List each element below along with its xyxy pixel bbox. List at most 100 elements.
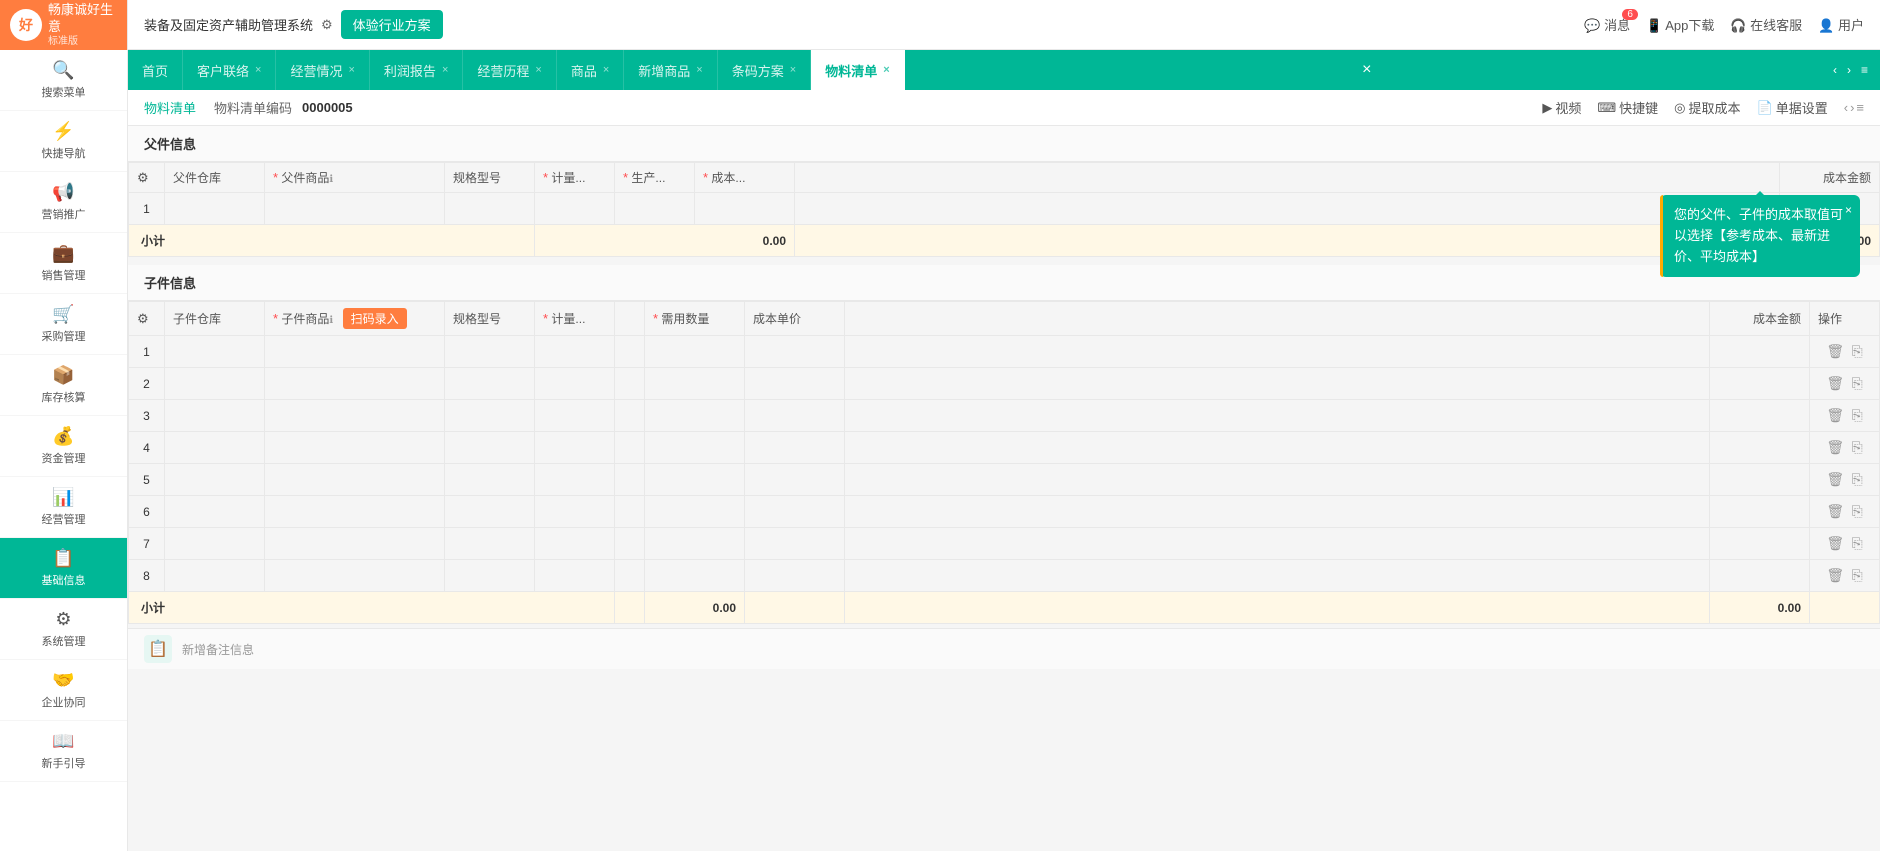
child-qty-5[interactable] (645, 464, 745, 496)
close-barcode-tab[interactable]: × (790, 64, 796, 76)
breadcrumb-current[interactable]: 物料清单 (144, 98, 196, 117)
settings-btn[interactable]: ⚙ (321, 17, 333, 33)
child-product-5[interactable] (265, 464, 445, 496)
child-qty-2[interactable] (645, 368, 745, 400)
tab-menu-arrow[interactable]: ≡ (1857, 63, 1872, 77)
pager-prev[interactable]: ‹ (1844, 100, 1848, 115)
tab-home[interactable]: 首页 (128, 50, 183, 90)
child-product-2[interactable] (265, 368, 445, 400)
child-warehouse-4[interactable] (165, 432, 265, 464)
sidebar-item-system[interactable]: ⚙ 系统管理 (0, 599, 127, 660)
sidebar-item-inventory[interactable]: 📦 库存核算 (0, 355, 127, 416)
child-unit-5[interactable] (535, 464, 615, 496)
child-warehouse-3[interactable] (165, 400, 265, 432)
tab-customer[interactable]: 客户联络 × (183, 50, 276, 90)
child-unit-cost-6[interactable] (745, 496, 845, 528)
parent-warehouse-1[interactable] (165, 193, 265, 225)
message-wrap[interactable]: 💬 消息 6 (1584, 15, 1630, 34)
child-spec-5[interactable] (445, 464, 535, 496)
close-goods-tab[interactable]: × (603, 64, 609, 76)
child-copy-2[interactable]: ⎘ (1849, 373, 1864, 394)
child-delete-7[interactable]: 🗑 (1824, 533, 1846, 554)
sidebar-item-operations[interactable]: 📊 经营管理 (0, 477, 127, 538)
child-spec-1[interactable] (445, 336, 535, 368)
online-service[interactable]: 🎧 在线客服 (1730, 15, 1802, 34)
child-copy-5[interactable]: ⎘ (1849, 469, 1864, 490)
child-unit-cost-7[interactable] (745, 528, 845, 560)
tab-newgoods[interactable]: 新增商品 × (624, 50, 717, 90)
view-btn[interactable]: ▶ 视频 (1542, 98, 1581, 117)
child-unit-1[interactable] (535, 336, 615, 368)
child-product-8[interactable] (265, 560, 445, 592)
tab-history[interactable]: 经营历程 × (463, 50, 556, 90)
sidebar-item-marketing[interactable]: 📢 营销推广 (0, 172, 127, 233)
child-product-7[interactable] (265, 528, 445, 560)
child-spec-6[interactable] (445, 496, 535, 528)
child-warehouse-6[interactable] (165, 496, 265, 528)
child-spec-3[interactable] (445, 400, 535, 432)
tab-prev-arrow[interactable]: ‹ (1829, 63, 1841, 77)
child-delete-8[interactable]: 🗑 (1824, 565, 1846, 586)
child-copy-3[interactable]: ⎘ (1849, 405, 1864, 426)
child-spec-8[interactable] (445, 560, 535, 592)
tab-goods[interactable]: 商品 × (557, 50, 624, 90)
tooltip-close-btn[interactable]: × (1845, 201, 1852, 220)
child-copy-7[interactable]: ⎘ (1849, 533, 1864, 554)
sidebar-item-enterprise[interactable]: 🤝 企业协同 (0, 660, 127, 721)
pager-menu[interactable]: ≡ (1856, 100, 1864, 115)
child-settings-icon[interactable]: ⚙ (137, 311, 149, 326)
child-spec-2[interactable] (445, 368, 535, 400)
child-qty-8[interactable] (645, 560, 745, 592)
close-business-tab[interactable]: × (348, 64, 354, 76)
child-warehouse-2[interactable] (165, 368, 265, 400)
child-qty-6[interactable] (645, 496, 745, 528)
child-qty-3[interactable] (645, 400, 745, 432)
child-unit-8[interactable] (535, 560, 615, 592)
child-delete-4[interactable]: 🗑 (1824, 437, 1846, 458)
settings-gear-icon[interactable]: ⚙ (137, 170, 149, 185)
child-unit-7[interactable] (535, 528, 615, 560)
sidebar-item-quicknav[interactable]: ⚡ 快捷导航 (0, 111, 127, 172)
child-copy-1[interactable]: ⎘ (1849, 341, 1864, 362)
child-unit-cost-2[interactable] (745, 368, 845, 400)
child-delete-5[interactable]: 🗑 (1824, 469, 1846, 490)
parent-unit-1[interactable] (535, 193, 615, 225)
child-unit-cost-8[interactable] (745, 560, 845, 592)
child-unit-6[interactable] (535, 496, 615, 528)
child-unit-cost-1[interactable] (745, 336, 845, 368)
sidebar-item-basics[interactable]: 📋 基础信息 (0, 538, 127, 599)
child-unit-4[interactable] (535, 432, 615, 464)
parent-cost-1[interactable] (695, 193, 795, 225)
child-spec-7[interactable] (445, 528, 535, 560)
child-delete-2[interactable]: 🗑 (1824, 373, 1846, 394)
child-product-4[interactable] (265, 432, 445, 464)
child-warehouse-8[interactable] (165, 560, 265, 592)
app-download[interactable]: 📱 App下载 (1646, 15, 1714, 34)
child-product-1[interactable] (265, 336, 445, 368)
child-spec-4[interactable] (445, 432, 535, 464)
shortcut-btn[interactable]: ⌨ 快捷键 (1597, 98, 1658, 117)
child-warehouse-7[interactable] (165, 528, 265, 560)
sidebar-item-finance[interactable]: 💰 资金管理 (0, 416, 127, 477)
child-unit-cost-5[interactable] (745, 464, 845, 496)
trial-button[interactable]: 体验行业方案 (341, 10, 443, 39)
child-product-6[interactable] (265, 496, 445, 528)
child-delete-3[interactable]: 🗑 (1824, 405, 1846, 426)
pager-next[interactable]: › (1850, 100, 1854, 115)
close-newgoods-tab[interactable]: × (696, 64, 702, 76)
tab-bom[interactable]: 物料清单 × (811, 50, 904, 90)
parent-spec-1[interactable] (445, 193, 535, 225)
close-bom-tab[interactable]: × (883, 64, 889, 76)
tab-next-arrow[interactable]: › (1843, 63, 1855, 77)
child-qty-7[interactable] (645, 528, 745, 560)
scan-button[interactable]: 扫码录入 (343, 308, 407, 329)
child-unit-2[interactable] (535, 368, 615, 400)
close-history-tab[interactable]: × (535, 64, 541, 76)
child-copy-4[interactable]: ⎘ (1849, 437, 1864, 458)
child-qty-4[interactable] (645, 432, 745, 464)
bottom-text[interactable]: 新增备注信息 (182, 641, 254, 658)
close-profit-tab[interactable]: × (442, 64, 448, 76)
child-product-3[interactable] (265, 400, 445, 432)
child-copy-6[interactable]: ⎘ (1849, 501, 1864, 522)
child-copy-8[interactable]: ⎘ (1849, 565, 1864, 586)
